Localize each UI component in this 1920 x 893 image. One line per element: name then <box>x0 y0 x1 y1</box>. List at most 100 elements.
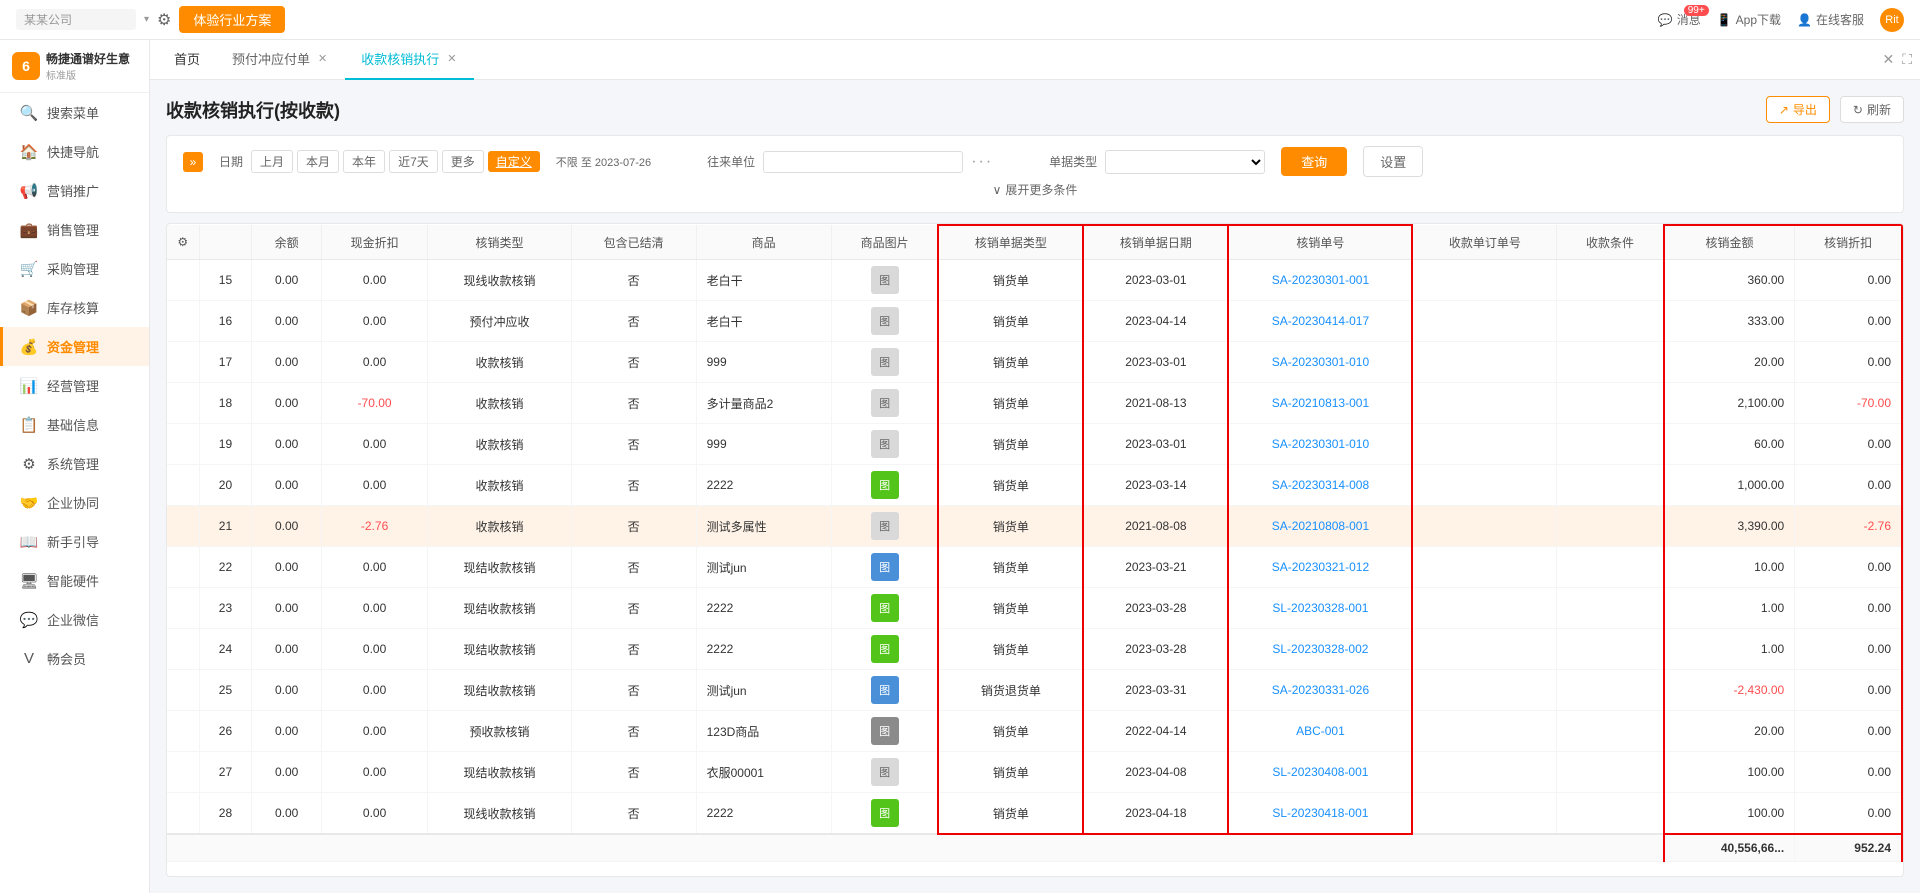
filter-expand-left[interactable]: » <box>183 152 203 172</box>
date-btn-more[interactable]: 更多 <box>442 150 484 173</box>
col-gear[interactable]: ⚙ <box>167 225 199 260</box>
tab-prepay[interactable]: 预付冲应付单✕ <box>216 40 345 80</box>
logo-icon: 6 <box>12 52 40 80</box>
top-bar: 某某公司 ▾ ⚙ 体验行业方案 💬 消息 99+ 📱 App下载 👤 在线客服 … <box>0 0 1920 40</box>
sidebar-item-wechat[interactable]: 💬企业微信 <box>0 600 149 639</box>
sidebar-item-quick-nav[interactable]: 🏠快捷导航 <box>0 132 149 171</box>
cell-writeoff-doc-no[interactable]: SA-20230301-001 <box>1228 260 1412 301</box>
writeoff-doc-no-link[interactable]: SA-20210813-001 <box>1272 396 1369 410</box>
writeoff-doc-no-link[interactable]: SL-20230328-001 <box>1272 601 1368 615</box>
sidebar-icon-vip: V <box>19 650 39 667</box>
settings-icon[interactable]: ⚙ <box>157 10 171 30</box>
refresh-button[interactable]: ↻ 刷新 <box>1840 96 1904 123</box>
tab-maximize-button[interactable]: ⛶ <box>1902 51 1912 68</box>
sidebar-item-guide[interactable]: 📖新手引导 <box>0 522 149 561</box>
date-btn-this-month[interactable]: 本月 <box>297 150 339 173</box>
service-icon: 👤 <box>1797 13 1812 27</box>
writeoff-doc-no-link[interactable]: SL-20230408-001 <box>1272 765 1368 779</box>
company-selector[interactable]: 某某公司 <box>16 9 136 30</box>
sidebar-item-hardware[interactable]: 🖥智能硬件 <box>0 561 149 600</box>
cell-settled: 否 <box>571 260 696 301</box>
cell-receipt-condition <box>1557 752 1664 793</box>
writeoff-doc-no-link[interactable]: ABC-001 <box>1296 724 1345 738</box>
cell-writeoff-doc-no[interactable]: ABC-001 <box>1228 711 1412 752</box>
sidebar-item-sales[interactable]: 💼 销售管理 <box>0 210 149 249</box>
tab-close-receipt[interactable]: ✕ <box>445 50 458 67</box>
counterparty-input[interactable] <box>763 151 963 173</box>
cell-goods-img: 图 <box>831 629 938 670</box>
tab-close-prepay[interactable]: ✕ <box>316 50 329 67</box>
export-button[interactable]: ↗ 导出 <box>1766 96 1830 123</box>
cell-goods-img: 图 <box>831 342 938 383</box>
cell-writeoff-doc-no[interactable]: SA-20230331-026 <box>1228 670 1412 711</box>
trial-button[interactable]: 体验行业方案 <box>179 6 285 33</box>
tab-close-all-button[interactable]: ✕ <box>1882 51 1894 68</box>
sidebar-item-inventory[interactable]: 📦库存核算 <box>0 288 149 327</box>
date-btn-7-days[interactable]: 近7天 <box>389 150 438 173</box>
tab-home[interactable]: 首页 <box>158 40 216 80</box>
counterparty-dots[interactable]: ··· <box>971 153 993 171</box>
sidebar-item-search[interactable]: 🔍搜索菜单 <box>0 93 149 132</box>
cell-writeoff-doc-no[interactable]: SA-20230301-010 <box>1228 424 1412 465</box>
writeoff-doc-no-link[interactable]: SA-20230301-001 <box>1272 273 1369 287</box>
writeoff-doc-no-link[interactable]: SA-20230321-012 <box>1272 560 1369 574</box>
cell-writeoff-doc-type: 销货单 <box>938 506 1083 547</box>
sidebar-label-basic: 基础信息 <box>47 415 99 434</box>
company-dropdown-arrow[interactable]: ▾ <box>144 14 149 25</box>
cell-writeoff-doc-no[interactable]: SA-20230301-010 <box>1228 342 1412 383</box>
cell-receipt-order-no <box>1412 260 1556 301</box>
writeoff-doc-no-link[interactable]: SA-20230414-017 <box>1272 314 1369 328</box>
cell-cash-discount: 0.00 <box>321 465 427 506</box>
expand-more-button[interactable]: ∨ 展开更多条件 <box>993 181 1078 198</box>
writeoff-doc-no-link[interactable]: SA-20230331-026 <box>1272 683 1369 697</box>
sidebar-label-sales: 销售管理 <box>47 220 99 239</box>
writeoff-doc-no-link[interactable]: SL-20230328-002 <box>1272 642 1368 656</box>
query-button[interactable]: 查询 <box>1281 147 1347 176</box>
cell-writeoff-doc-no[interactable]: SL-20230328-001 <box>1228 588 1412 629</box>
cell-cash-discount: 0.00 <box>321 301 427 342</box>
cell-writeoff-doc-no[interactable]: SA-20210808-001 <box>1228 506 1412 547</box>
writeoff-doc-no-link[interactable]: SA-20230314-008 <box>1272 478 1369 492</box>
cell-cash-discount: 0.00 <box>321 260 427 301</box>
sidebar-item-marketing[interactable]: 📢营销推广 <box>0 171 149 210</box>
tab-receipt[interactable]: 收款核销执行✕ <box>345 40 474 80</box>
cell-writeoff-doc-no[interactable]: SL-20230408-001 <box>1228 752 1412 793</box>
sidebar-item-basic[interactable]: 📋基础信息 <box>0 405 149 444</box>
cell-writeoff-doc-no[interactable]: SA-20230414-017 <box>1228 301 1412 342</box>
settings-button[interactable]: 设置 <box>1363 146 1423 177</box>
date-btn-last-month[interactable]: 上月 <box>251 150 293 173</box>
cell-writeoff-doc-no[interactable]: SL-20230328-002 <box>1228 629 1412 670</box>
footer-empty <box>167 834 1664 862</box>
online-service-button[interactable]: 👤 在线客服 <box>1797 11 1864 28</box>
cell-cash-discount: -2.76 <box>321 506 427 547</box>
sidebar-icon-sales: 💼 <box>19 221 39 239</box>
sidebar-item-operation[interactable]: 📊经营管理 <box>0 366 149 405</box>
cell-writeoff-doc-no[interactable]: SL-20230418-001 <box>1228 793 1412 835</box>
date-btn-this-year[interactable]: 本年 <box>343 150 385 173</box>
cell-writeoff-doc-no[interactable]: SA-20230321-012 <box>1228 547 1412 588</box>
message-button[interactable]: 💬 消息 99+ <box>1658 11 1701 28</box>
sidebar-item-purchase[interactable]: 🛒采购管理 <box>0 249 149 288</box>
writeoff-doc-no-link[interactable]: SA-20230301-010 <box>1272 437 1369 451</box>
writeoff-doc-no-link[interactable]: SA-20210808-001 <box>1272 519 1369 533</box>
expand-chevron-icon: ∨ <box>993 183 1002 197</box>
top-bar-right: 💬 消息 99+ 📱 App下载 👤 在线客服 Rit <box>1658 8 1904 32</box>
cell-gear <box>167 424 199 465</box>
user-avatar[interactable]: Rit <box>1880 8 1904 32</box>
date-custom-btn[interactable]: 自定义 <box>488 151 540 172</box>
sidebar-item-finance[interactable]: 💰资金管理 <box>0 327 149 366</box>
sidebar-item-enterprise[interactable]: 🤝企业协同 <box>0 483 149 522</box>
cell-writeoff-doc-no[interactable]: SA-20230314-008 <box>1228 465 1412 506</box>
top-bar-left: 某某公司 ▾ ⚙ 体验行业方案 <box>16 6 1646 33</box>
cell-balance: 0.00 <box>252 670 321 711</box>
cell-cash-discount: 0.00 <box>321 547 427 588</box>
sidebar-item-system[interactable]: ⚙系统管理 <box>0 444 149 483</box>
cell-writeoff-doc-no[interactable]: SA-20210813-001 <box>1228 383 1412 424</box>
cell-goods: 2222 <box>696 629 831 670</box>
cell-cash-discount: 0.00 <box>321 711 427 752</box>
writeoff-doc-no-link[interactable]: SL-20230418-001 <box>1272 806 1368 820</box>
doctype-select[interactable] <box>1105 150 1265 174</box>
app-download-button[interactable]: 📱 App下载 <box>1717 11 1781 28</box>
writeoff-doc-no-link[interactable]: SA-20230301-010 <box>1272 355 1369 369</box>
sidebar-item-vip[interactable]: V畅会员 <box>0 639 149 678</box>
